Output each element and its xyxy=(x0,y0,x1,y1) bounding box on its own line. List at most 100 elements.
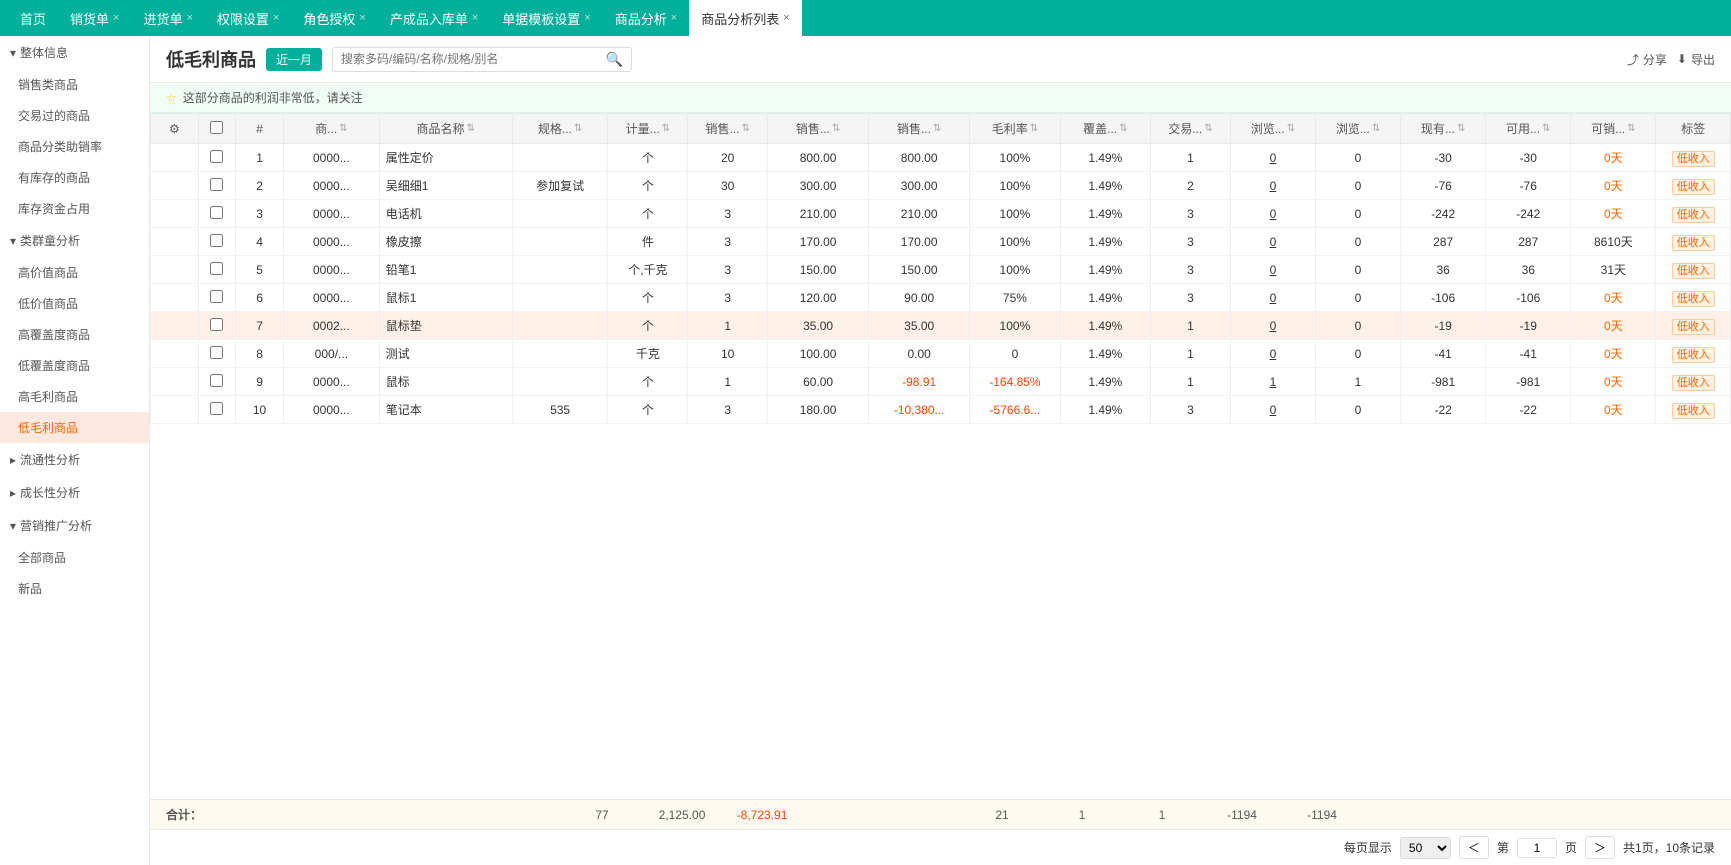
row-browse1[interactable]: 0 xyxy=(1230,200,1315,228)
col-spec-header[interactable]: 规格...⇅ xyxy=(512,114,608,144)
row-settings[interactable] xyxy=(151,312,199,340)
col-unit-header[interactable]: 计量...⇅ xyxy=(608,114,688,144)
row-checkbox[interactable] xyxy=(198,284,235,312)
row-checkbox[interactable] xyxy=(198,172,235,200)
row-settings[interactable] xyxy=(151,172,199,200)
nav-permission-settings[interactable]: 权限设置 × xyxy=(205,0,291,36)
sidebar-group-liquidity[interactable]: ▸ 流通性分析 xyxy=(0,443,149,476)
nav-home[interactable]: 首页 xyxy=(8,0,58,36)
sidebar-item-high-value[interactable]: 高价值商品 xyxy=(0,257,149,288)
col-cover-header[interactable]: 覆盖...⇅ xyxy=(1060,114,1150,144)
col-sales-profit-header[interactable]: 销售...⇅ xyxy=(869,114,970,144)
nav-purchase-order[interactable]: 进货单 × xyxy=(131,0,204,36)
col-saleable-header[interactable]: 可销...⇅ xyxy=(1571,114,1656,144)
row-browse1[interactable]: 0 xyxy=(1230,284,1315,312)
close-icon[interactable]: × xyxy=(783,12,789,24)
row-name: 鼠标垫 xyxy=(379,312,512,340)
total-trade: 21 xyxy=(962,808,1042,822)
sidebar-group-marketing[interactable]: ▾ 营销推广分析 xyxy=(0,509,149,542)
sidebar-item-capital[interactable]: 库存资金占用 xyxy=(0,193,149,224)
date-filter-button[interactable]: 近一月 xyxy=(266,48,322,71)
row-browse1[interactable]: 0 xyxy=(1230,172,1315,200)
col-code-header[interactable]: 商...⇅ xyxy=(283,114,379,144)
sidebar-item-sales-goods[interactable]: 销售类商品 xyxy=(0,69,149,100)
close-icon[interactable]: × xyxy=(273,12,279,24)
row-browse1[interactable]: 0 xyxy=(1230,340,1315,368)
col-settings[interactable]: ⚙ xyxy=(151,114,199,144)
col-sales-qty-header[interactable]: 销售...⇅ xyxy=(688,114,768,144)
row-browse2: 0 xyxy=(1315,256,1400,284)
nav-product-analysis[interactable]: 商品分析 × xyxy=(603,0,689,36)
sidebar-item-high-coverage[interactable]: 高覆盖度商品 xyxy=(0,319,149,350)
row-checkbox[interactable] xyxy=(198,144,235,172)
col-gross-rate-header[interactable]: 毛利率⇅ xyxy=(970,114,1060,144)
share-button[interactable]: ⤴ 分享 xyxy=(1627,51,1667,68)
row-settings[interactable] xyxy=(151,284,199,312)
row-checkbox[interactable] xyxy=(198,256,235,284)
sidebar-item-low-coverage[interactable]: 低覆盖度商品 xyxy=(0,350,149,381)
row-settings[interactable] xyxy=(151,256,199,284)
close-icon[interactable]: × xyxy=(359,12,365,24)
page-size-select[interactable]: 50 100 200 xyxy=(1400,837,1451,859)
sidebar-group-overall[interactable]: ▾ 整体信息 xyxy=(0,36,149,69)
row-settings[interactable] xyxy=(151,368,199,396)
sidebar-item-low-value[interactable]: 低价值商品 xyxy=(0,288,149,319)
sidebar-item-high-margin[interactable]: 高毛利商品 xyxy=(0,381,149,412)
sidebar-item-all-goods[interactable]: 全部商品 xyxy=(0,542,149,573)
row-browse1[interactable]: 0 xyxy=(1230,228,1315,256)
row-settings[interactable] xyxy=(151,228,199,256)
nav-template-settings[interactable]: 单据模板设置 × xyxy=(490,0,602,36)
col-browse1-header[interactable]: 浏览...⇅ xyxy=(1230,114,1315,144)
select-all-checkbox[interactable] xyxy=(210,121,223,134)
sidebar-group-cluster[interactable]: ▾ 类群童分析 xyxy=(0,224,149,257)
row-settings[interactable] xyxy=(151,144,199,172)
row-current: -30 xyxy=(1401,144,1486,172)
row-sales-qty: 3 xyxy=(688,228,768,256)
page-number-input[interactable] xyxy=(1517,838,1557,858)
row-checkbox[interactable] xyxy=(198,228,235,256)
nav-product-analysis-list[interactable]: 商品分析列表 × xyxy=(689,0,801,36)
row-settings[interactable] xyxy=(151,200,199,228)
row-available: -30 xyxy=(1486,144,1571,172)
sidebar-item-low-margin[interactable]: 低毛利商品 xyxy=(0,412,149,443)
row-checkbox[interactable] xyxy=(198,312,235,340)
row-browse1[interactable]: 0 xyxy=(1230,256,1315,284)
col-trade-header[interactable]: 交易...⇅ xyxy=(1151,114,1231,144)
nav-role-auth[interactable]: 角色授权 × xyxy=(291,0,377,36)
row-browse1[interactable]: 0 xyxy=(1230,144,1315,172)
row-checkbox[interactable] xyxy=(198,340,235,368)
search-input[interactable] xyxy=(341,52,606,66)
col-sales-amt-header[interactable]: 销售...⇅ xyxy=(768,114,869,144)
nav-sales-order[interactable]: 销货单 × xyxy=(58,0,131,36)
row-checkbox[interactable] xyxy=(198,396,235,424)
row-browse1[interactable]: 0 xyxy=(1230,312,1315,340)
col-browse2-header[interactable]: 浏览...⇅ xyxy=(1315,114,1400,144)
row-settings[interactable] xyxy=(151,340,199,368)
sidebar-item-in-stock[interactable]: 有库存的商品 xyxy=(0,162,149,193)
close-icon[interactable]: × xyxy=(472,12,478,24)
prev-page-button[interactable]: ＜ xyxy=(1459,836,1489,859)
next-page-button[interactable]: ＞ xyxy=(1585,836,1615,859)
nav-product-instock[interactable]: 产成品入库单 × xyxy=(378,0,490,36)
row-settings[interactable] xyxy=(151,396,199,424)
sidebar-item-new-goods[interactable]: 新品 xyxy=(0,573,149,604)
sidebar-item-category-rate[interactable]: 商品分类助销率 xyxy=(0,131,149,162)
row-browse1[interactable]: 0 xyxy=(1230,396,1315,424)
row-name: 吴细细1 xyxy=(379,172,512,200)
row-checkbox[interactable] xyxy=(198,200,235,228)
row-unit: 个 xyxy=(608,284,688,312)
row-checkbox[interactable] xyxy=(198,368,235,396)
close-icon[interactable]: × xyxy=(584,12,590,24)
export-button[interactable]: ⬇ 导出 xyxy=(1677,51,1715,68)
close-icon[interactable]: × xyxy=(186,12,192,24)
col-name-header[interactable]: 商品名称⇅ xyxy=(379,114,512,144)
sidebar-item-traded-goods[interactable]: 交易过的商品 xyxy=(0,100,149,131)
row-spec: 参加复试 xyxy=(512,172,608,200)
col-available-header[interactable]: 可用...⇅ xyxy=(1486,114,1571,144)
row-gross-rate: 0 xyxy=(970,340,1060,368)
close-icon[interactable]: × xyxy=(671,12,677,24)
close-icon[interactable]: × xyxy=(113,12,119,24)
sidebar-group-growth[interactable]: ▸ 成长性分析 xyxy=(0,476,149,509)
row-browse1[interactable]: 1 xyxy=(1230,368,1315,396)
col-current-header[interactable]: 现有...⇅ xyxy=(1401,114,1486,144)
